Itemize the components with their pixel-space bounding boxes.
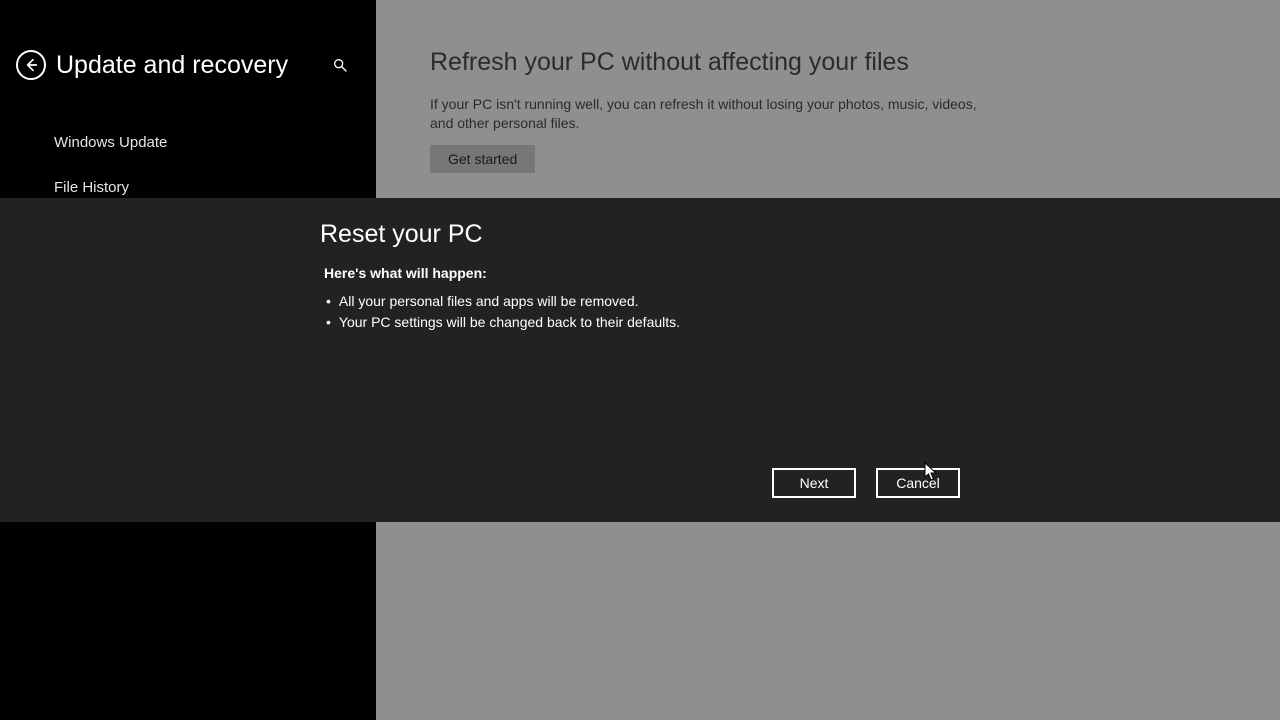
arrow-left-icon bbox=[23, 57, 39, 73]
dialog-bullet-list: All your personal files and apps will be… bbox=[324, 291, 960, 333]
page-title: Update and recovery bbox=[56, 51, 320, 80]
refresh-description: If your PC isn't running well, you can r… bbox=[430, 95, 990, 133]
search-icon bbox=[332, 57, 348, 73]
dialog-bullet: All your personal files and apps will be… bbox=[324, 291, 960, 312]
refresh-heading: Refresh your PC without affecting your f… bbox=[430, 48, 1226, 77]
nav-list: Windows Update File History bbox=[0, 120, 376, 210]
cancel-button[interactable]: Cancel bbox=[876, 468, 960, 498]
back-button[interactable] bbox=[16, 50, 46, 80]
search-button[interactable] bbox=[330, 55, 350, 75]
get-started-button[interactable]: Get started bbox=[430, 145, 535, 173]
dialog-subtitle: Here's what will happen: bbox=[324, 265, 960, 281]
dialog-buttons: Next Cancel bbox=[772, 468, 960, 498]
sidebar-header: Update and recovery bbox=[0, 0, 376, 80]
dialog-title: Reset your PC bbox=[320, 220, 960, 249]
reset-pc-dialog: Reset your PC Here's what will happen: A… bbox=[0, 198, 1280, 522]
next-button[interactable]: Next bbox=[772, 468, 856, 498]
dialog-bullet: Your PC settings will be changed back to… bbox=[324, 312, 960, 333]
sidebar-item-windows-update[interactable]: Windows Update bbox=[54, 120, 376, 165]
